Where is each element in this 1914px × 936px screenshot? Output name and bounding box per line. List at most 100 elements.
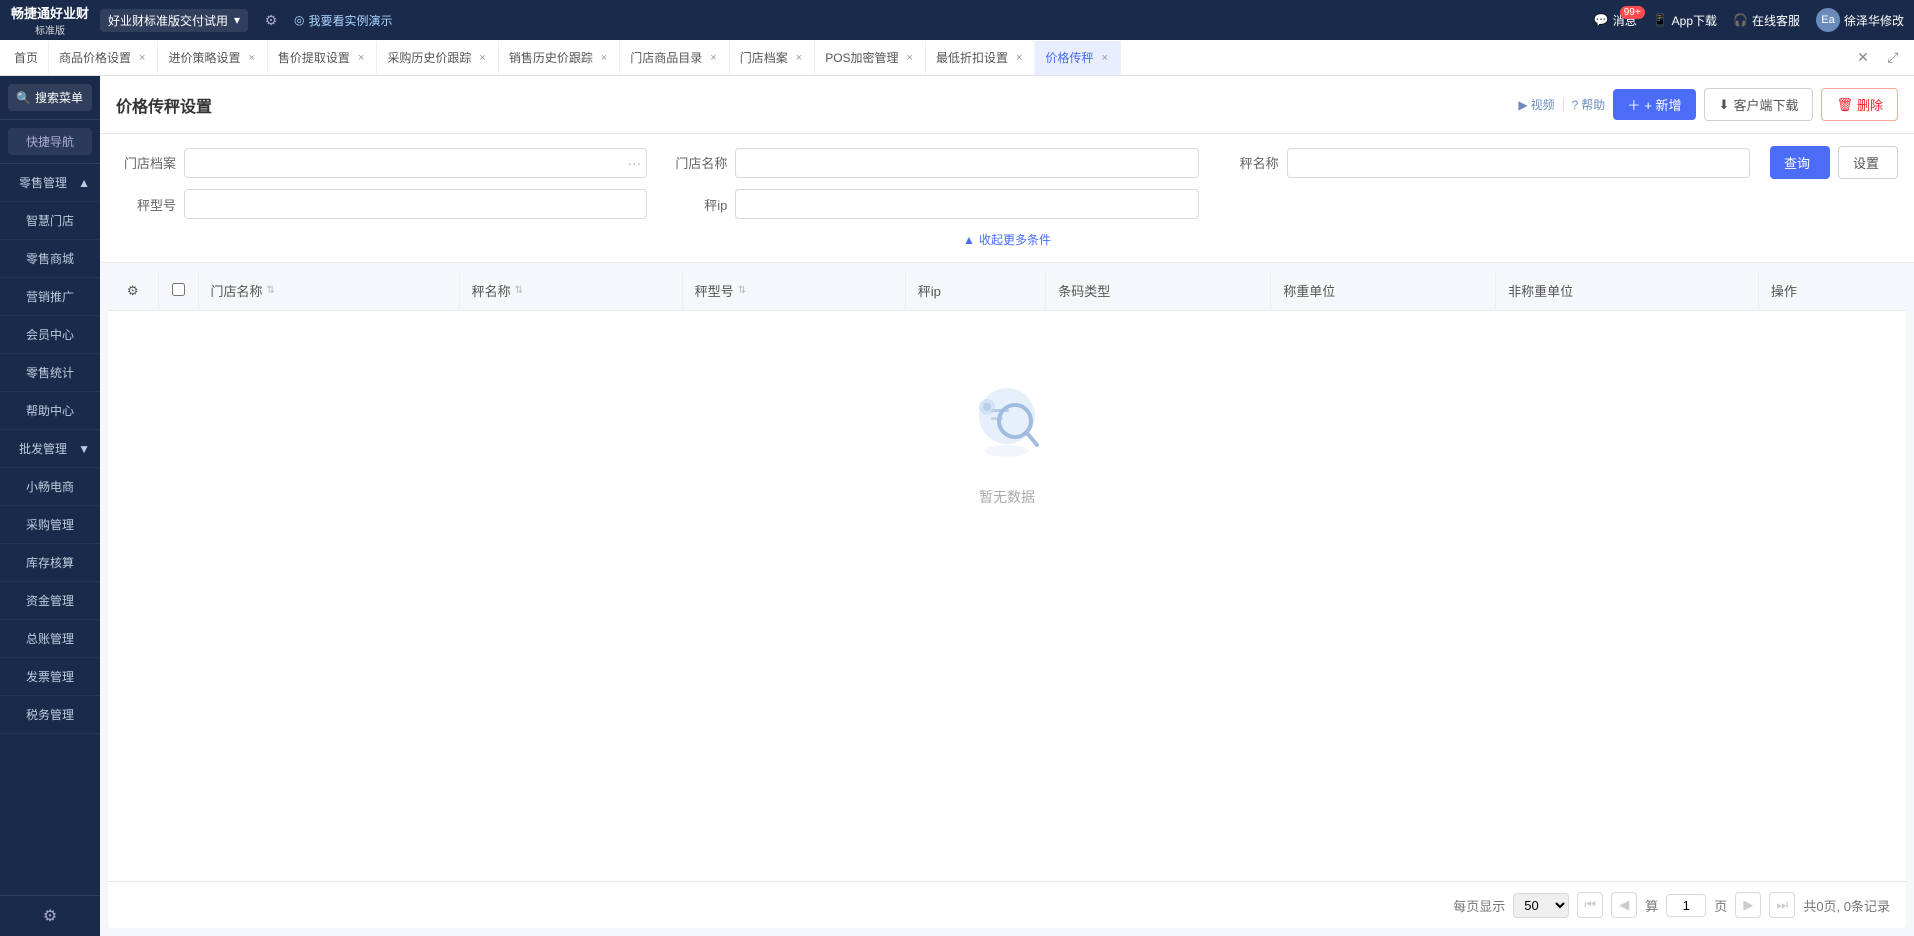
store-archive-input-wrap: ··· bbox=[184, 148, 647, 178]
video-link[interactable]: ▶ 视频 bbox=[1518, 96, 1554, 113]
page-next-btn[interactable]: ▶ bbox=[1735, 892, 1761, 918]
tab-close-btn[interactable]: × bbox=[708, 51, 718, 65]
sidebar-item-purchase-mgmt[interactable]: 采购管理 bbox=[0, 506, 100, 544]
tab-close-btn[interactable]: × bbox=[246, 51, 256, 65]
setup-btn[interactable]: 设置 bbox=[1838, 146, 1898, 179]
demo-link[interactable]: ◎ 我要看实例演示 bbox=[294, 12, 393, 29]
delete-icon: 🗑 bbox=[1836, 97, 1853, 113]
sidebar-item-marketing[interactable]: 营销推广 bbox=[0, 278, 100, 316]
th-settings[interactable]: ⚙ bbox=[108, 271, 158, 311]
chevron-down-icon: ▾ bbox=[234, 13, 240, 27]
sidebar-item-label: 智慧门店 bbox=[26, 212, 74, 229]
scale-name-input[interactable] bbox=[1287, 148, 1750, 178]
logo-sub-text: 标准版 bbox=[35, 22, 65, 37]
sidebar-item-smart-store[interactable]: 智慧门店 bbox=[0, 202, 100, 240]
sidebar-item-label: 总账管理 bbox=[26, 630, 74, 647]
version-settings-icon[interactable]: ⚙ bbox=[258, 7, 284, 33]
version-selector[interactable]: 好业财标准版交付试用 ▾ bbox=[100, 9, 248, 32]
main-layout: 🔍 搜索菜单 快捷导航 零售管理▲ 智慧门店零售商城营销推广会员中心零售统计帮助中… bbox=[0, 76, 1914, 936]
sidebar-item-fund-mgmt[interactable]: 资金管理 bbox=[0, 582, 100, 620]
page-prev-btn[interactable]: ◀ bbox=[1611, 892, 1637, 918]
tab-门店档案[interactable]: 门店档案 × bbox=[730, 41, 815, 75]
tab-label: 最低折扣设置 bbox=[936, 49, 1008, 66]
scale-ip-input[interactable] bbox=[735, 189, 1198, 219]
tab-label: 门店档案 bbox=[740, 49, 788, 66]
tab-close-btn[interactable]: × bbox=[137, 51, 147, 65]
download-btn[interactable]: ⬇ 客户端下载 bbox=[1704, 88, 1814, 121]
page-label: 算 bbox=[1645, 896, 1658, 915]
sidebar-item-tax-mgmt[interactable]: 税务管理 bbox=[0, 696, 100, 734]
sidebar-item-help-center[interactable]: 帮助中心 bbox=[0, 392, 100, 430]
search-menu-btn[interactable]: 🔍 搜索菜单 bbox=[8, 84, 92, 111]
help-link[interactable]: ? 帮助 bbox=[1572, 96, 1606, 113]
scale-model-input[interactable] bbox=[184, 189, 647, 219]
help-icon: ? bbox=[1572, 98, 1579, 112]
search-menu-label: 搜索菜单 bbox=[35, 89, 83, 106]
user-btn[interactable]: Ea 徐泽华修改 bbox=[1816, 8, 1904, 32]
tab-label: 采购历史价跟踪 bbox=[387, 49, 471, 66]
messages-btn[interactable]: 💬 消息 99+ bbox=[1594, 12, 1637, 29]
collapse-btn[interactable]: ▲ 收起更多条件 bbox=[955, 229, 1059, 250]
page-last-btn[interactable]: ⏭ bbox=[1769, 892, 1795, 918]
app-download-btn[interactable]: 📱 App下载 bbox=[1653, 12, 1717, 29]
sidebar-item-wholesale-mgmt[interactable]: 批发管理▼ bbox=[0, 430, 100, 468]
tab-价格传秤[interactable]: 价格传秤× bbox=[1035, 41, 1120, 75]
tab-bar: 首页商品价格设置×进价策略设置×售价提取设置×采购历史价跟踪×销售历史价跟踪×门… bbox=[0, 40, 1914, 76]
page-first-btn[interactable]: ⏮ bbox=[1577, 892, 1603, 918]
quick-nav-label: 快捷导航 bbox=[26, 135, 74, 149]
store-name-input[interactable] bbox=[735, 148, 1198, 178]
per-page-select[interactable]: 50 10 20 100 bbox=[1513, 893, 1569, 918]
tab-close-btn[interactable]: × bbox=[356, 51, 366, 65]
quick-nav-btn[interactable]: 快捷导航 bbox=[8, 128, 92, 155]
th-checkbox[interactable] bbox=[158, 271, 198, 311]
tab-close-btn[interactable]: × bbox=[599, 51, 609, 65]
online-service-btn[interactable]: 🎧 在线客服 bbox=[1733, 12, 1800, 29]
tab-close-btn[interactable]: × bbox=[1099, 51, 1109, 65]
page-input[interactable] bbox=[1666, 894, 1706, 917]
sidebar-item-member-center[interactable]: 会员中心 bbox=[0, 316, 100, 354]
messages-badge: 99+ bbox=[1620, 6, 1645, 19]
app-download-label: App下载 bbox=[1672, 12, 1717, 29]
tab-门店商品目录[interactable]: 门店商品目录× bbox=[620, 41, 729, 75]
add-btn[interactable]: ＋ + 新增 bbox=[1613, 89, 1695, 120]
sidebar-item-inventory[interactable]: 库存核算 bbox=[0, 544, 100, 582]
download-client-icon: ⬇ bbox=[1719, 97, 1730, 113]
empty-illustration bbox=[957, 371, 1057, 471]
tab-商品价格设置[interactable]: 商品价格设置× bbox=[49, 41, 158, 75]
tab-进价策略设置[interactable]: 进价策略设置× bbox=[158, 41, 267, 75]
tab-close-btn[interactable]: × bbox=[477, 51, 487, 65]
store-archive-input[interactable] bbox=[184, 148, 647, 178]
tab-销售历史价跟踪[interactable]: 销售历史价跟踪× bbox=[499, 41, 620, 75]
store-archive-btn[interactable]: ··· bbox=[627, 155, 641, 171]
th-scale-model: 秤型号⇅ bbox=[682, 271, 905, 311]
sidebar-item-label: 税务管理 bbox=[26, 706, 74, 723]
sidebar-item-retail-stats[interactable]: 零售统计 bbox=[0, 354, 100, 392]
tab-close-btn[interactable]: × bbox=[1014, 51, 1024, 65]
tab-采购历史价跟踪[interactable]: 采购历史价跟踪 × bbox=[377, 41, 498, 75]
sidebar-item-label: 帮助中心 bbox=[26, 402, 74, 419]
version-label: 好业财标准版交付试用 bbox=[108, 12, 228, 29]
tab-售价提取设置[interactable]: 售价提取设置× bbox=[268, 41, 377, 75]
tab-expand-btn[interactable]: ⤢ bbox=[1880, 45, 1906, 71]
delete-btn[interactable]: 🗑 删除 bbox=[1821, 88, 1898, 121]
sidebar-item-retail-mall[interactable]: 零售商城 bbox=[0, 240, 100, 278]
query-btn[interactable]: 查询 bbox=[1770, 146, 1830, 179]
tab-close-btn[interactable]: × bbox=[905, 51, 915, 65]
sidebar-item-general-ledger[interactable]: 总账管理 bbox=[0, 620, 100, 658]
sidebar-arrow-icon: ▼ bbox=[78, 442, 90, 456]
tab-最低折扣设置[interactable]: 最低折扣设置 × bbox=[926, 41, 1035, 75]
scale-model-label: 秤型号 bbox=[116, 195, 176, 214]
divider bbox=[1563, 98, 1564, 112]
tab-close-btn[interactable]: × bbox=[794, 51, 804, 65]
sidebar-item-xiaochang-ec[interactable]: 小畅电商 bbox=[0, 468, 100, 506]
tab-POS加密管理[interactable]: POS加密管理× bbox=[815, 41, 926, 75]
sidebar-settings-btn[interactable]: ⚙ bbox=[43, 906, 57, 926]
per-page-label: 每页显示 bbox=[1453, 896, 1505, 915]
tab-close-all-btn[interactable]: ✕ bbox=[1850, 45, 1876, 71]
sidebar-item-retail-mgmt[interactable]: 零售管理▲ bbox=[0, 164, 100, 202]
sidebar-item-invoice-mgmt[interactable]: 发票管理 bbox=[0, 658, 100, 696]
video-label: 视频 bbox=[1531, 96, 1555, 113]
total-info: 共0页, 0条记录 bbox=[1803, 896, 1890, 915]
select-all-checkbox[interactable] bbox=[172, 283, 185, 296]
tab-首页[interactable]: 首页 bbox=[4, 41, 49, 75]
